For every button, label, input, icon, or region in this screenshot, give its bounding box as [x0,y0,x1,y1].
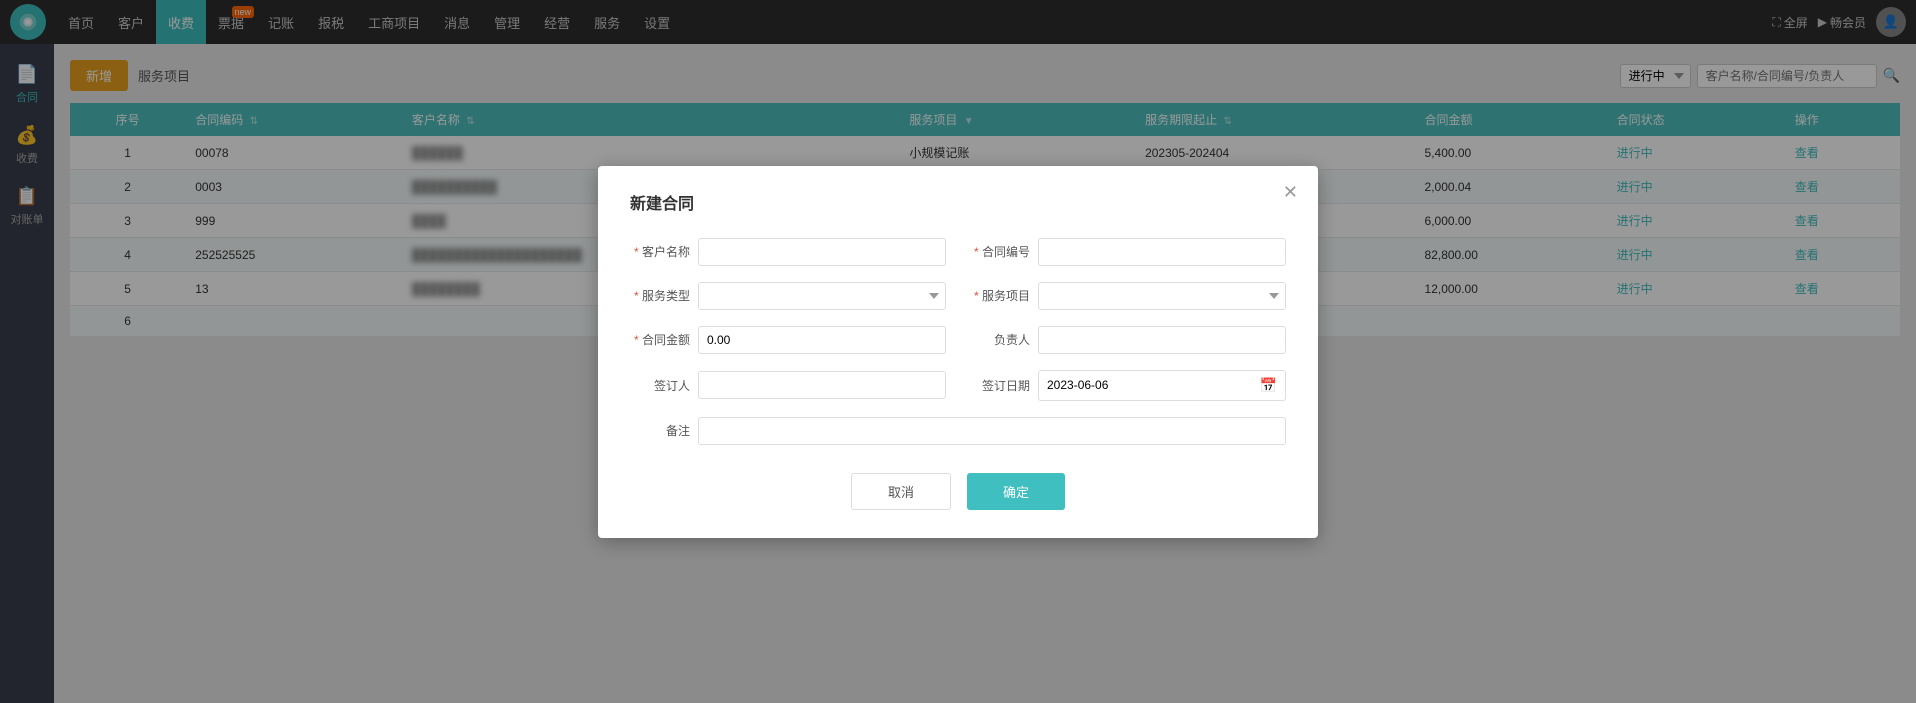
label-service-type: 服务类型 [630,287,690,304]
modal-title: 新建合同 [630,190,1286,214]
input-customer-name[interactable] [698,238,946,266]
field-signer: 签订人 [630,370,946,401]
input-signer[interactable] [698,371,946,399]
select-service-type[interactable] [698,282,946,310]
select-service-item[interactable] [1038,282,1286,310]
confirm-button[interactable]: 确定 [967,473,1065,510]
field-service-type: 服务类型 [630,282,946,310]
input-sign-date[interactable] [1039,372,1252,398]
input-contract-no[interactable] [1038,238,1286,266]
label-contract-no: 合同编号 [970,243,1030,260]
modal-close-button[interactable]: ✕ [1283,182,1298,203]
label-sign-date: 签订日期 [970,377,1030,394]
field-service-item: 服务项目 [970,282,1286,310]
input-responsible[interactable] [1038,326,1286,354]
label-remark: 备注 [630,422,690,439]
label-contract-amount: 合同金额 [630,331,690,348]
label-customer-name: 客户名称 [630,243,690,260]
modal-footer: 取消 确定 [630,473,1286,510]
field-contract-no: 合同编号 [970,238,1286,266]
input-contract-amount[interactable] [698,326,946,354]
sign-date-wrap: 📅 [1038,370,1286,401]
modal-overlay: ✕ 新建合同 客户名称 合同编号 服务类型 服务项目 [0,0,1916,703]
new-contract-modal: ✕ 新建合同 客户名称 合同编号 服务类型 服务项目 [598,166,1318,538]
label-signer: 签订人 [630,377,690,394]
cancel-button[interactable]: 取消 [851,473,951,510]
field-customer-name: 客户名称 [630,238,946,266]
input-remark[interactable] [698,417,1286,445]
modal-form: 客户名称 合同编号 服务类型 服务项目 [630,238,1286,445]
calendar-icon[interactable]: 📅 [1252,371,1285,400]
field-remark: 备注 [630,417,1286,445]
field-responsible: 负责人 [970,326,1286,354]
label-service-item: 服务项目 [970,287,1030,304]
field-contract-amount: 合同金额 [630,326,946,354]
field-sign-date: 签订日期 📅 [970,370,1286,401]
label-responsible: 负责人 [970,331,1030,348]
